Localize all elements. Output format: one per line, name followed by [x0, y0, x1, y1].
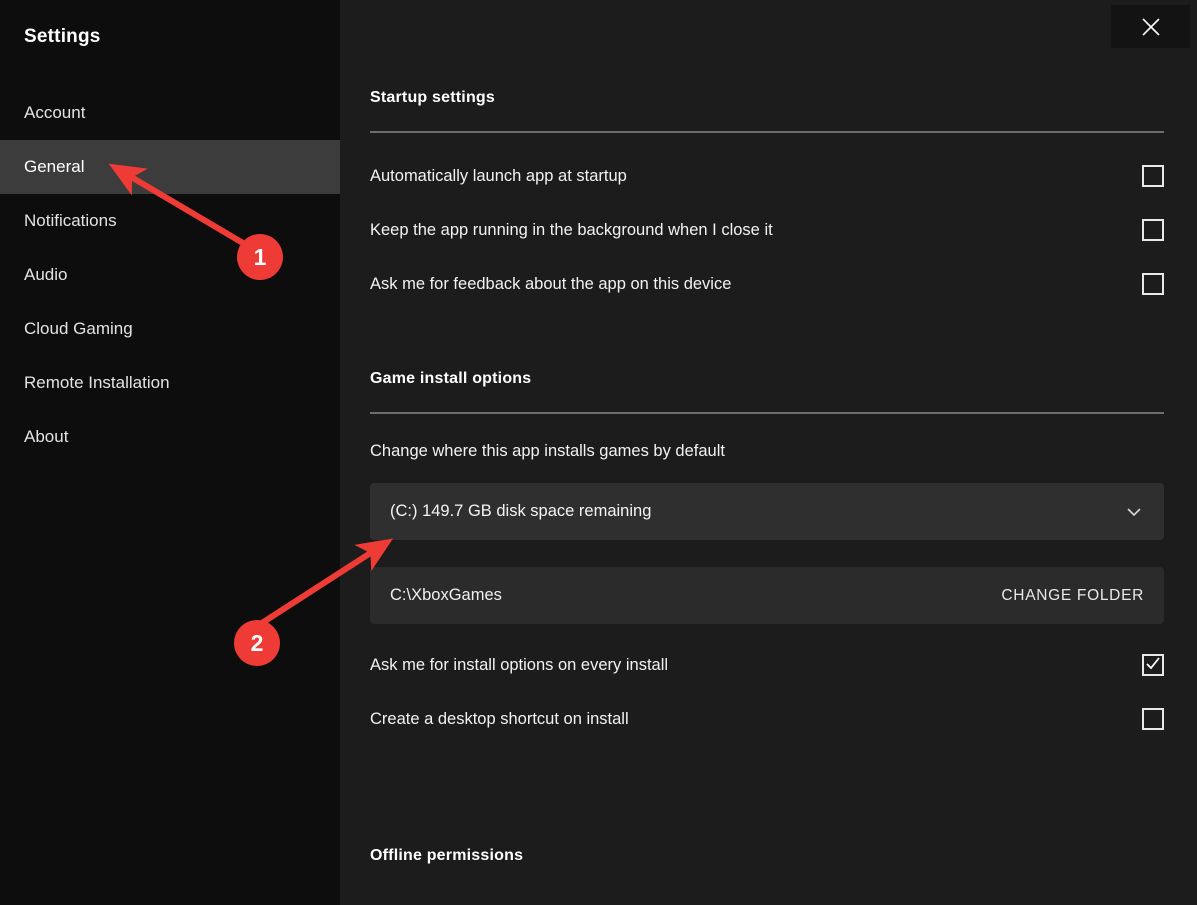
- close-icon: [1140, 16, 1162, 38]
- sidebar-item-label: General: [24, 157, 85, 176]
- option-row-ask-install-options[interactable]: Ask me for install options on every inst…: [370, 650, 1164, 680]
- option-label: Ask me for feedback about the app on thi…: [370, 274, 732, 293]
- sidebar-item-label: Notifications: [24, 211, 117, 230]
- settings-window: Settings Account General Notifications A…: [0, 0, 1197, 905]
- checkbox-ask-feedback[interactable]: [1142, 273, 1164, 295]
- install-drive-value: (C:) 149.7 GB disk space remaining: [390, 502, 652, 520]
- sidebar-item-label: About: [24, 427, 69, 446]
- option-label: Keep the app running in the background w…: [370, 220, 773, 239]
- chevron-down-icon: [1124, 502, 1144, 522]
- install-drive-dropdown[interactable]: (C:) 149.7 GB disk space remaining: [370, 483, 1164, 540]
- install-location-label: Change where this app installs games by …: [370, 442, 725, 460]
- settings-sidebar: Settings Account General Notifications A…: [0, 0, 340, 905]
- sidebar-item-account[interactable]: Account: [0, 86, 340, 140]
- option-label: Create a desktop shortcut on install: [370, 709, 629, 728]
- close-button[interactable]: [1111, 5, 1190, 48]
- option-row-keep-running[interactable]: Keep the app running in the background w…: [370, 215, 1164, 245]
- sidebar-item-label: Account: [24, 103, 86, 122]
- option-row-desktop-shortcut[interactable]: Create a desktop shortcut on install: [370, 704, 1164, 734]
- checkbox-keep-running[interactable]: [1142, 219, 1164, 241]
- checkbox-ask-install-options[interactable]: [1142, 654, 1164, 676]
- sidebar-item-label: Cloud Gaming: [24, 319, 133, 338]
- install-folder-path: C:\XboxGames: [390, 586, 502, 604]
- option-label: Ask me for install options on every inst…: [370, 655, 669, 674]
- option-row-auto-launch[interactable]: Automatically launch app at startup: [370, 161, 1164, 191]
- section-heading-startup: Startup settings: [370, 89, 495, 106]
- option-label: Automatically launch app at startup: [370, 166, 627, 185]
- sidebar-nav: Account General Notifications Audio Clou…: [0, 86, 340, 464]
- sidebar-item-notifications[interactable]: Notifications: [0, 194, 340, 248]
- checkbox-auto-launch[interactable]: [1142, 165, 1164, 187]
- sidebar-item-label: Audio: [24, 265, 68, 284]
- sidebar-item-cloud-gaming[interactable]: Cloud Gaming: [0, 302, 340, 356]
- section-heading-offline: Offline permissions: [370, 847, 524, 864]
- checkbox-desktop-shortcut[interactable]: [1142, 708, 1164, 730]
- settings-content-pane: Startup settings Automatically launch ap…: [340, 0, 1197, 905]
- check-icon: [1146, 656, 1160, 672]
- sidebar-item-about[interactable]: About: [0, 410, 340, 464]
- sidebar-item-audio[interactable]: Audio: [0, 248, 340, 302]
- sidebar-item-remote-installation[interactable]: Remote Installation: [0, 356, 340, 410]
- install-folder-row: C:\XboxGames CHANGE FOLDER: [370, 567, 1164, 624]
- option-row-ask-feedback[interactable]: Ask me for feedback about the app on thi…: [370, 269, 1164, 299]
- page-title: Settings: [24, 26, 101, 47]
- sidebar-item-label: Remote Installation: [24, 373, 170, 392]
- sidebar-item-general[interactable]: General: [0, 140, 340, 194]
- settings-sections: Startup settings Automatically launch ap…: [370, 0, 1164, 865]
- change-folder-button[interactable]: CHANGE FOLDER: [1001, 587, 1144, 605]
- section-heading-game-install: Game install options: [370, 370, 532, 387]
